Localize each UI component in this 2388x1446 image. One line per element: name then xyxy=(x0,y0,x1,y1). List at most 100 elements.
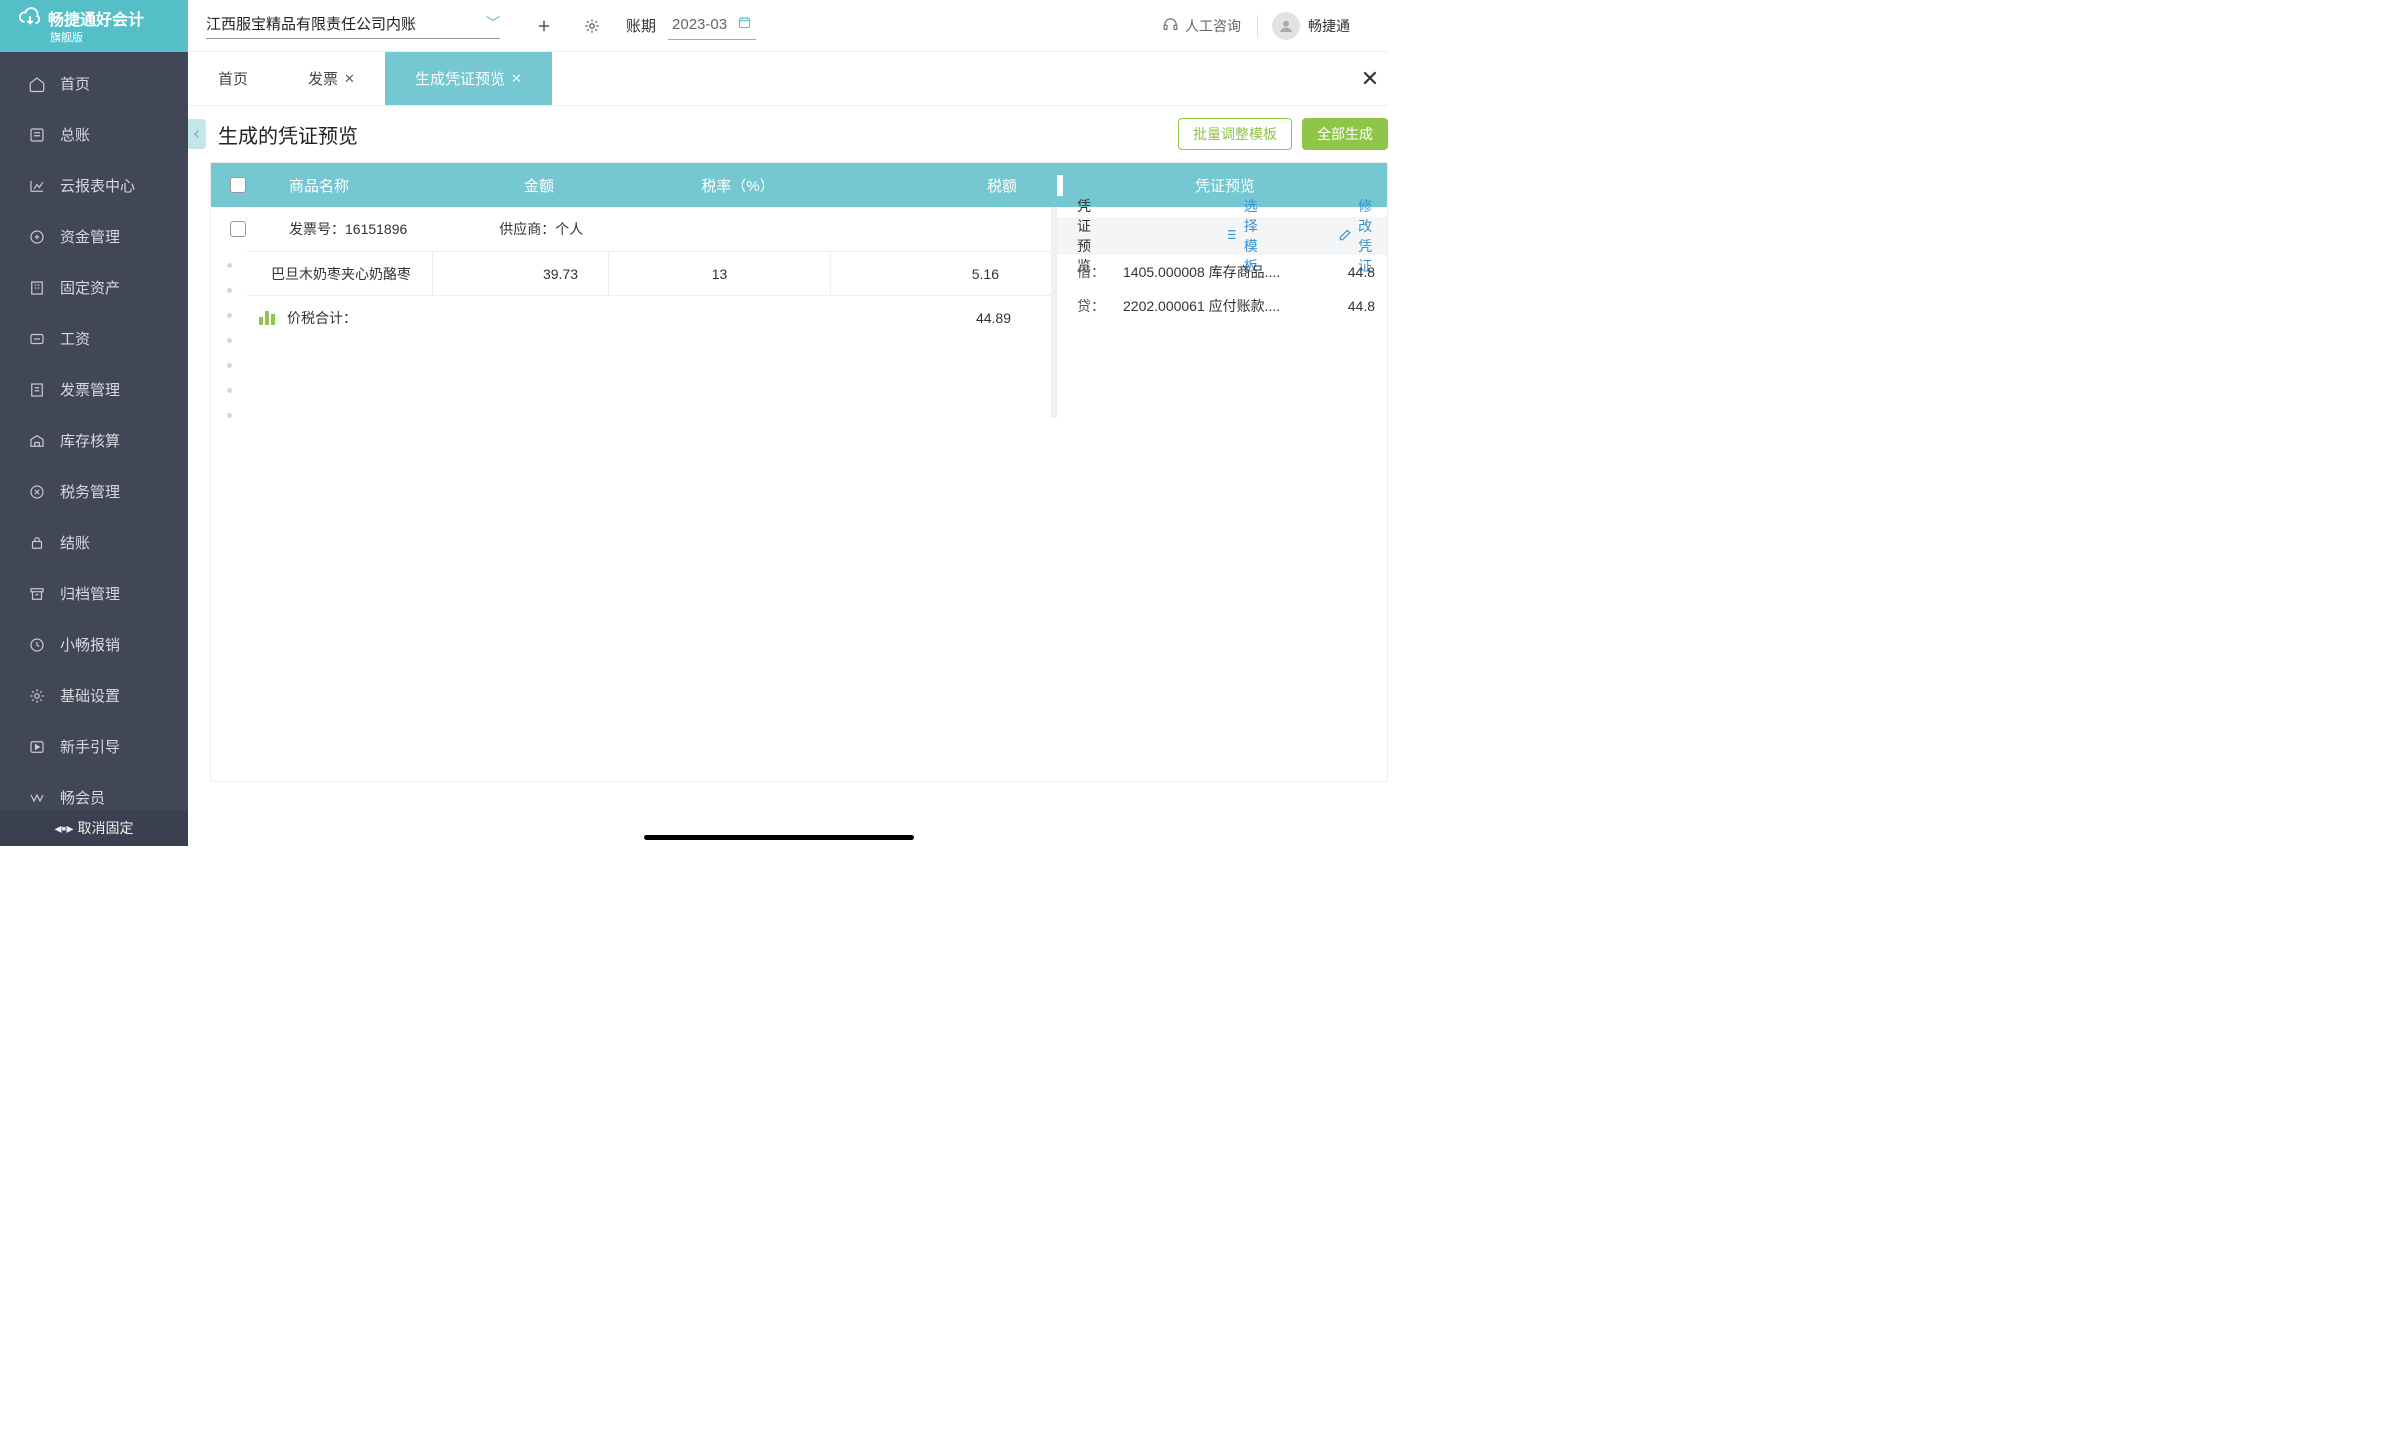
brand-badge: 旗舰版 xyxy=(50,32,188,45)
tab-home[interactable]: 首页 xyxy=(188,52,278,105)
invoice-header-row: 发票号：16151896 供应商：个人 xyxy=(211,207,1051,251)
sidebar-item-invoice[interactable]: 发票管理 xyxy=(0,364,188,415)
tab-label: 发票 xyxy=(308,68,338,89)
column-header-preview: 凭证预览 xyxy=(1057,175,1387,196)
collapse-handle[interactable] xyxy=(188,119,206,149)
period-selector[interactable]: 2023-03 xyxy=(668,12,756,40)
tab-invoice[interactable]: 发票 ✕ xyxy=(278,52,385,105)
home-icon xyxy=(28,75,46,93)
sidebar-item-label: 发票管理 xyxy=(60,379,120,400)
column-header-rate: 税率（%） xyxy=(627,175,849,196)
sidebar-item-closing[interactable]: 结账 xyxy=(0,517,188,568)
column-header-tax: 税额 xyxy=(849,175,1057,196)
sidebar-item-label: 结账 xyxy=(60,532,90,553)
support-button[interactable]: 人工咨询 xyxy=(1146,14,1257,38)
entry-account: 1405.000008 库存商品.... xyxy=(1123,262,1313,282)
headset-icon xyxy=(1162,16,1179,36)
brand-logo-icon xyxy=(18,6,42,30)
tab-label: 生成凭证预览 xyxy=(415,68,505,89)
entry-account: 2202.000061 应付账款.... xyxy=(1123,296,1313,316)
cell-rate: 13 xyxy=(609,252,831,295)
sidebar-item-ledger[interactable]: 总账 xyxy=(0,109,188,160)
vip-icon xyxy=(28,789,46,807)
sidebar-item-settings[interactable]: 基础设置 xyxy=(0,670,188,721)
batch-adjust-button[interactable]: 批量调整模板 xyxy=(1178,118,1292,150)
close-icon[interactable]: ✕ xyxy=(344,71,355,87)
edit-icon xyxy=(1338,228,1352,245)
sidebar-item-guide[interactable]: 新手引导 xyxy=(0,721,188,772)
grid-header: 商品名称 金额 税率（%） 税额 凭证预览 xyxy=(211,163,1387,207)
close-icon[interactable]: ✕ xyxy=(511,71,522,87)
chevron-down-icon: ﹀ xyxy=(486,13,500,33)
row-checkbox[interactable] xyxy=(230,221,246,237)
calendar-icon xyxy=(737,15,752,34)
company-selector[interactable]: 江西服宝精品有限责任公司内账 ﹀ xyxy=(206,13,500,39)
supplier-label: 供应商：个人 xyxy=(499,219,583,239)
voucher-preview-panel: 凭证预览 选择模板 修改凭证 借： xyxy=(1057,207,1387,418)
content: 商品名称 金额 税率（%） 税额 凭证预览 发票号：16151896 供应商：个… xyxy=(188,162,1388,846)
entry-amount: 44.8 xyxy=(1313,298,1375,314)
sidebar-item-label: 税务管理 xyxy=(60,481,120,502)
brand: 畅捷通好会计 旗舰版 xyxy=(0,0,188,52)
entry-side: 借： xyxy=(1077,262,1123,282)
total-row: 价税合计： 44.89 xyxy=(247,295,1051,339)
sidebar-item-archive[interactable]: 归档管理 xyxy=(0,568,188,619)
table-row: 巴旦木奶枣夹心奶酪枣 39.73 13 5.16 xyxy=(247,251,1051,295)
cell-tax: 5.16 xyxy=(831,252,1039,295)
sidebar-item-label: 云报表中心 xyxy=(60,175,135,196)
tax-icon xyxy=(28,483,46,501)
gear-icon xyxy=(28,687,46,705)
sidebar-item-tax[interactable]: 税务管理 xyxy=(0,466,188,517)
sidebar-item-inventory[interactable]: 库存核算 xyxy=(0,415,188,466)
sidebar-item-expense[interactable]: 小畅报销 xyxy=(0,619,188,670)
period-label: 账期 xyxy=(626,15,656,36)
sidebar-item-label: 归档管理 xyxy=(60,583,120,604)
sidebar-item-label: 资金管理 xyxy=(60,226,120,247)
brand-name: 畅捷通好会计 xyxy=(48,6,144,30)
lock-icon xyxy=(28,534,46,552)
play-icon xyxy=(28,738,46,756)
grid: 商品名称 金额 税率（%） 税额 凭证预览 发票号：16151896 供应商：个… xyxy=(210,162,1388,782)
sidebar: 畅捷通好会计 旗舰版 首页 总账 云报表中心 资金管理 固定资产 工资 发票管理… xyxy=(0,0,188,846)
cell-name: 巴旦木奶枣夹心奶酪枣 xyxy=(247,252,433,295)
expense-icon xyxy=(28,636,46,654)
bar-chart-icon xyxy=(247,311,287,325)
archive-icon xyxy=(28,585,46,603)
sidebar-item-home[interactable]: 首页 xyxy=(0,58,188,109)
tab-label: 首页 xyxy=(218,68,248,89)
sidebar-item-label: 首页 xyxy=(60,73,90,94)
cell-amount: 39.73 xyxy=(433,252,609,295)
period-value: 2023-03 xyxy=(672,16,727,33)
sidebar-item-label: 工资 xyxy=(60,328,90,349)
topbar: 江西服宝精品有限责任公司内账 ﹀ 账期 2023-03 人工咨 xyxy=(188,0,1388,52)
tab-voucher-preview[interactable]: 生成凭证预览 ✕ xyxy=(385,52,552,105)
tabbar: 首页 发票 ✕ 生成凭证预览 ✕ ✕ xyxy=(188,52,1388,106)
sidebar-item-member[interactable]: 畅会员 xyxy=(0,772,188,810)
generate-all-button[interactable]: 全部生成 xyxy=(1302,118,1388,150)
sidebar-unpin[interactable]: ◂▪▸ 取消固定 xyxy=(0,810,188,846)
column-header-amount: 金额 xyxy=(451,175,627,196)
drag-handle-col xyxy=(211,251,247,418)
column-header-name: 商品名称 xyxy=(265,175,451,196)
close-all-button[interactable]: ✕ xyxy=(1354,63,1386,95)
sidebar-item-assets[interactable]: 固定资产 xyxy=(0,262,188,313)
page-header: 生成的凭证预览 批量调整模板 全部生成 xyxy=(188,106,1388,162)
user-name: 畅捷通 xyxy=(1308,16,1370,36)
invoice-no-label: 发票号：16151896 xyxy=(265,219,407,239)
sidebar-item-funds[interactable]: 资金管理 xyxy=(0,211,188,262)
sidebar-item-salary[interactable]: 工资 xyxy=(0,313,188,364)
select-all-checkbox[interactable] xyxy=(230,177,246,193)
settings-button[interactable] xyxy=(578,12,606,40)
total-label: 价税合计： xyxy=(287,308,407,328)
sidebar-nav: 首页 总账 云报表中心 资金管理 固定资产 工资 发票管理 库存核算 税务管理 … xyxy=(0,52,188,810)
sidebar-item-label: 库存核算 xyxy=(60,430,120,451)
add-button[interactable] xyxy=(530,12,558,40)
sidebar-item-label: 总账 xyxy=(60,124,90,145)
list-icon xyxy=(1223,227,1238,245)
avatar[interactable] xyxy=(1272,12,1300,40)
ledger-icon xyxy=(28,126,46,144)
sidebar-footer-label: 取消固定 xyxy=(78,818,134,838)
entry-amount: 44.8 xyxy=(1313,264,1375,280)
chart-icon xyxy=(28,177,46,195)
sidebar-item-reports[interactable]: 云报表中心 xyxy=(0,160,188,211)
